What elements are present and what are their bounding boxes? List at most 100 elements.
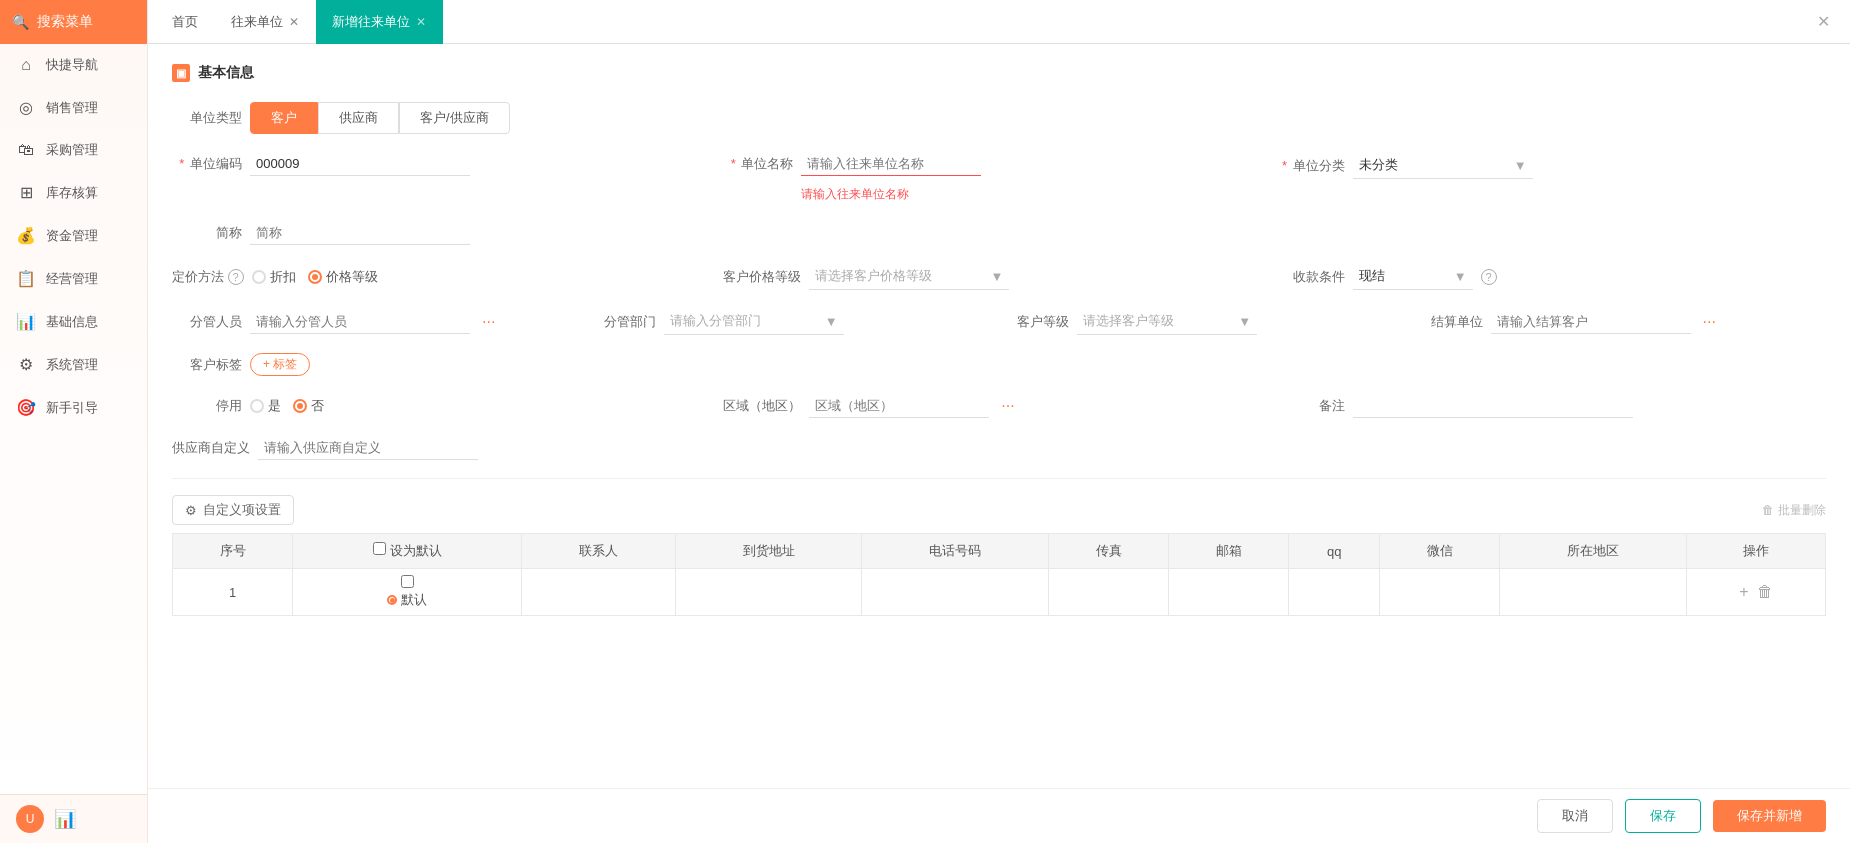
sidebar-item-label: 库存核算	[46, 184, 98, 202]
sidebar-item-basic-info[interactable]: 📊 基础信息	[0, 300, 147, 343]
tab-close-button[interactable]: ✕	[289, 15, 299, 29]
disabled-yes-radio[interactable]: 是	[250, 397, 281, 415]
disabled-no-radio[interactable]: 否	[293, 397, 324, 415]
customer-price-label: 客户价格等级	[723, 268, 801, 286]
unit-type-label: 单位类型	[172, 109, 242, 127]
pricing-help-icon[interactable]: ?	[228, 269, 244, 285]
dept-field: 分管部门 请输入分管部门 ▼	[586, 308, 1000, 335]
batch-delete-button[interactable]: 🗑 批量删除	[1762, 498, 1826, 523]
unit-name-field: * 单位名称 请输入往来单位名称	[723, 152, 1274, 203]
row-seq: 1	[173, 569, 293, 616]
main-area: 首页往来单位✕新增往来单位✕ ✕ ▣ 基本信息 单位类型 客户供应商客户/供应商…	[148, 0, 1850, 843]
pricing-label: 定价方法 ?	[172, 268, 244, 286]
sidebar-item-guide[interactable]: 🎯 新手引导	[0, 386, 147, 429]
tab-home[interactable]: 首页	[156, 0, 215, 44]
section-icon: ▣	[172, 64, 190, 82]
region-label: 区域（地区）	[723, 397, 801, 415]
close-window-button[interactable]: ✕	[1805, 12, 1842, 31]
sidebar-item-label: 快捷导航	[46, 56, 98, 74]
pricing-price-level-radio[interactable]: 价格等级	[308, 268, 378, 286]
supplier-custom-label: 供应商自定义	[172, 439, 250, 457]
table-column-header: 到货地址	[675, 534, 862, 569]
table-column-header: 传真	[1049, 534, 1169, 569]
pricing-discount-radio[interactable]: 折扣	[252, 268, 296, 286]
add-tag-button[interactable]: + 标签	[250, 353, 310, 376]
region-field: 区域（地区） ···	[723, 394, 1274, 418]
sales-icon: ◎	[16, 98, 36, 117]
tab-counterparts[interactable]: 往来单位✕	[215, 0, 316, 44]
customer-level-label: 客户等级	[999, 313, 1069, 331]
table-column-header: 微信	[1380, 534, 1500, 569]
tab-new-counterpart[interactable]: 新增往来单位✕	[316, 0, 443, 44]
dept-label: 分管部门	[586, 313, 656, 331]
row-checkbox[interactable]	[401, 575, 414, 588]
footer: 取消 保存 保存并新增	[148, 788, 1850, 843]
cancel-button[interactable]: 取消	[1537, 799, 1613, 833]
user-level-icon: 📊	[54, 808, 76, 830]
unit-type-supplier-button[interactable]: 供应商	[318, 102, 399, 134]
row-default: 默认	[293, 569, 522, 616]
table-column-header: 所在地区	[1500, 534, 1687, 569]
tab-close-button[interactable]: ✕	[416, 15, 426, 29]
save-button[interactable]: 保存	[1625, 799, 1701, 833]
dept-select[interactable]: 请输入分管部门 ▼	[664, 308, 844, 335]
guide-icon: 🎯	[16, 398, 36, 417]
custom-setting-button[interactable]: ⚙ 自定义项设置	[172, 495, 294, 525]
region-more-button[interactable]: ···	[997, 397, 1018, 415]
search-menu-button[interactable]: 🔍 搜索菜单	[0, 0, 147, 44]
tabbar: 首页往来单位✕新增往来单位✕ ✕	[148, 0, 1850, 44]
settlement-input[interactable]	[1491, 310, 1691, 334]
sidebar: 🔍 搜索菜单 ⌂ 快捷导航◎ 销售管理🛍 采购管理⊞ 库存核算💰 资金管理📋 经…	[0, 0, 148, 843]
sidebar-item-operations[interactable]: 📋 经营管理	[0, 257, 147, 300]
customer-price-select[interactable]: 请选择客户价格等级 ▼	[809, 263, 1009, 290]
unit-type-both-button[interactable]: 客户/供应商	[399, 102, 510, 134]
finance-icon: 💰	[16, 226, 36, 245]
disabled-radio-group: 是 否	[250, 397, 324, 415]
dept-arrow: ▼	[825, 314, 838, 329]
remark-field: 备注	[1275, 394, 1826, 418]
unit-category-field: * 单位分类 未分类 ▼	[1275, 152, 1826, 179]
row-actions: +🗑	[1686, 569, 1825, 616]
pricing-field: 定价方法 ? 折扣 价格等级	[172, 268, 723, 286]
manager-more-button[interactable]: ···	[478, 313, 499, 331]
save-and-new-button[interactable]: 保存并新增	[1713, 800, 1826, 832]
sidebar-item-finance[interactable]: 💰 资金管理	[0, 214, 147, 257]
sidebar-item-purchase[interactable]: 🛍 采购管理	[0, 129, 147, 171]
purchase-icon: 🛍	[16, 141, 36, 159]
row-cell	[1049, 569, 1169, 616]
table-row: 1 默认+🗑	[173, 569, 1826, 616]
payment-terms-select[interactable]: 现结 ▼	[1353, 263, 1473, 290]
sidebar-item-quick-nav[interactable]: ⌂ 快捷导航	[0, 44, 147, 86]
abbr-input[interactable]	[250, 221, 470, 245]
sidebar-item-sales[interactable]: ◎ 销售管理	[0, 86, 147, 129]
customer-level-select[interactable]: 请选择客户等级 ▼	[1077, 308, 1257, 335]
select-all-checkbox[interactable]	[373, 542, 386, 555]
table-column-header: 操作	[1686, 534, 1825, 569]
row-cell	[1500, 569, 1687, 616]
unit-type-row: 单位类型 客户供应商客户/供应商	[172, 102, 1826, 134]
payment-terms-label: 收款条件	[1275, 268, 1345, 286]
customer-price-arrow: ▼	[990, 269, 1003, 284]
disabled-label: 停用	[172, 397, 242, 415]
unit-code-input[interactable]	[250, 152, 470, 176]
basic-info-icon: 📊	[16, 312, 36, 331]
unit-type-customer-button[interactable]: 客户	[250, 102, 318, 134]
unit-category-select[interactable]: 未分类 ▼	[1353, 152, 1533, 179]
unit-name-input[interactable]	[801, 152, 981, 176]
supplier-custom-input[interactable]	[258, 436, 478, 460]
sidebar-item-label: 基础信息	[46, 313, 98, 331]
settlement-more-button[interactable]: ···	[1699, 313, 1720, 331]
remark-input[interactable]	[1353, 394, 1633, 418]
region-input[interactable]	[809, 394, 989, 418]
unit-category-label: * 单位分类	[1275, 157, 1345, 175]
search-icon: 🔍	[12, 14, 29, 30]
sidebar-item-system[interactable]: ⚙ 系统管理	[0, 343, 147, 386]
manager-input[interactable]	[250, 310, 470, 334]
disabled-field: 停用 是 否	[172, 397, 723, 415]
manager-row: 分管人员 ··· 分管部门 请输入分管部门 ▼ 客户等级 请选择客户等级 ▼ 结…	[172, 308, 1826, 335]
add-row-icon[interactable]: +	[1739, 583, 1748, 601]
payment-help-icon[interactable]: ?	[1481, 269, 1497, 285]
customer-price-field: 客户价格等级 请选择客户价格等级 ▼	[723, 263, 1274, 290]
sidebar-item-inventory[interactable]: ⊞ 库存核算	[0, 171, 147, 214]
delete-row-icon[interactable]: 🗑	[1757, 583, 1773, 601]
